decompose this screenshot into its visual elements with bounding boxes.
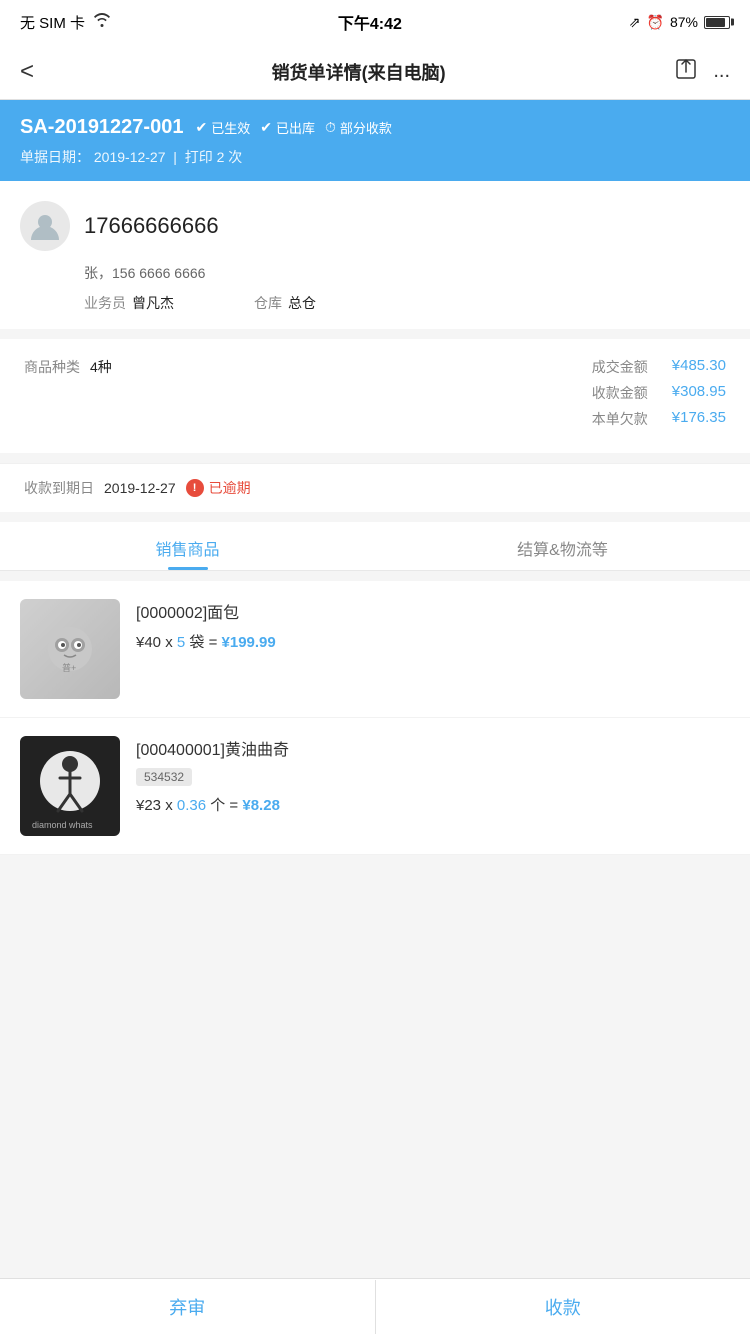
product-thumb-bread: 普+ [20,599,120,699]
bread-total: ¥199.99 [222,634,276,651]
more-button[interactable]: ... [713,60,730,83]
status-bar: 无 SIM 卡 下午4:42 ⇗ ⏰ 87% [0,0,750,44]
check-icon-2: ✔ [260,119,272,136]
svg-text:普+: 普+ [62,662,76,673]
debt-amount-value: ¥176.35 [672,409,726,429]
customer-phone: 17666666666 [84,213,219,239]
svg-text:diamond whats: diamond whats [32,820,93,830]
debt-amount-row: 本单欠款 ¥176.35 [592,409,726,429]
customer-section: 17666666666 张，156 6666 6666 业务员 曾凡杰 仓库 总… [0,181,750,329]
alarm-icon: ⏰ [647,14,664,31]
back-button[interactable]: < [12,50,42,94]
status-right: ⇗ ⏰ 87% [629,14,730,31]
due-date-value: 2019-12-27 [104,480,176,496]
product-type-info: 商品种类 4种 [24,357,112,381]
product-price-cookie: ¥23 x 0.36 个 = ¥8.28 [136,794,730,815]
cookie-qty: 0.36 [177,797,206,814]
avatar [20,201,70,251]
check-icon-1: ✔ [195,119,207,136]
debt-amount-label: 本单欠款 [592,409,648,429]
product-info-bread: [0000002]面包 ¥40 x 5 袋 = ¥199.99 [136,599,730,652]
overdue-badge: ! 已逾期 [186,478,251,498]
overdue-text: 已逾期 [209,478,251,498]
bottom-bar: 弃审 收款 [0,1278,750,1334]
location-icon: ⇗ [629,14,641,31]
tabs-section: 销售商品 结算&物流等 [0,522,750,571]
bread-qty: 5 [177,634,185,651]
due-date-label: 收款到期日 [24,478,94,498]
sales-info: 业务员 曾凡杰 [84,293,174,313]
carrier-text: 无 SIM 卡 [20,12,85,33]
battery-icon [704,16,730,29]
due-date-section: 收款到期日 2019-12-27 ! 已逾期 [0,463,750,512]
share-button[interactable] [675,58,697,86]
product-item-cookie: diamond whats [000400001]黄油曲奇 534532 ¥23… [0,718,750,855]
collection-amount-row: 收款金额 ¥308.95 [592,383,726,403]
products-section: 普+ [0000002]面包 ¥40 x 5 袋 = ¥199.99 diamo… [0,581,750,855]
overdue-icon: ! [186,479,204,497]
customer-meta: 业务员 曾凡杰 仓库 总仓 [20,293,730,313]
battery-percent: 87% [670,14,698,30]
order-number: SA-20191227-001 [20,116,183,139]
product-name-cookie: [000400001]黄油曲奇 [136,736,730,760]
deal-amount-label: 成交金额 [592,357,648,377]
status-badges: ✔ 已生效 ✔ 已出库 ⏱ 部分收款 [195,118,391,137]
badge-partial-payment: ⏱ 部分收款 [325,118,392,137]
status-left: 无 SIM 卡 [20,12,111,33]
cookie-total: ¥8.28 [242,797,280,814]
summary-section: 商品种类 4种 成交金额 ¥485.30 收款金额 ¥308.95 本单欠款 ¥… [0,339,750,453]
deal-amount-row: 成交金额 ¥485.30 [592,357,726,377]
badge-effective: ✔ 已生效 [195,118,250,137]
cancel-review-button[interactable]: 弃审 [0,1280,376,1334]
wifi-icon [93,13,111,31]
page-title: 销货单详情(来自电脑) [272,59,446,85]
customer-name-phone: 张，156 6666 6666 [20,263,730,283]
product-badge-cookie: 534532 [136,768,192,786]
collect-button[interactable]: 收款 [376,1280,750,1334]
status-time: 下午4:42 [338,10,402,34]
tab-settlement-logistics[interactable]: 结算&物流等 [375,522,750,570]
product-info-cookie: [000400001]黄油曲奇 534532 ¥23 x 0.36 个 = ¥8… [136,736,730,815]
product-price-bread: ¥40 x 5 袋 = ¥199.99 [136,631,730,652]
collection-amount-value: ¥308.95 [672,383,726,403]
deal-amount-value: ¥485.30 [672,357,726,377]
nav-actions: ... [675,58,730,86]
amount-info: 成交金额 ¥485.30 收款金额 ¥308.95 本单欠款 ¥176.35 [592,357,726,435]
collection-amount-label: 收款金额 [592,383,648,403]
tab-sales-products[interactable]: 销售商品 [0,522,375,570]
product-name-bread: [0000002]面包 [136,599,730,623]
header-info-bar: SA-20191227-001 ✔ 已生效 ✔ 已出库 ⏱ 部分收款 单据日期：… [0,100,750,181]
bread-image: 普+ [20,599,120,699]
nav-bar: < 销货单详情(来自电脑) ... [0,44,750,100]
badge-shipped: ✔ 已出库 [260,118,315,137]
product-thumb-cookie: diamond whats [20,736,120,836]
warehouse-info: 仓库 总仓 [254,293,316,313]
clock-icon: ⏱ [325,119,336,136]
product-type-value: 4种 [90,357,112,377]
order-date-info: 单据日期： 2019-12-27 | 打印 2 次 [20,147,730,167]
product-type-label: 商品种类 [24,357,80,377]
customer-row: 17666666666 [20,201,730,251]
product-item-bread: 普+ [0000002]面包 ¥40 x 5 袋 = ¥199.99 [0,581,750,718]
